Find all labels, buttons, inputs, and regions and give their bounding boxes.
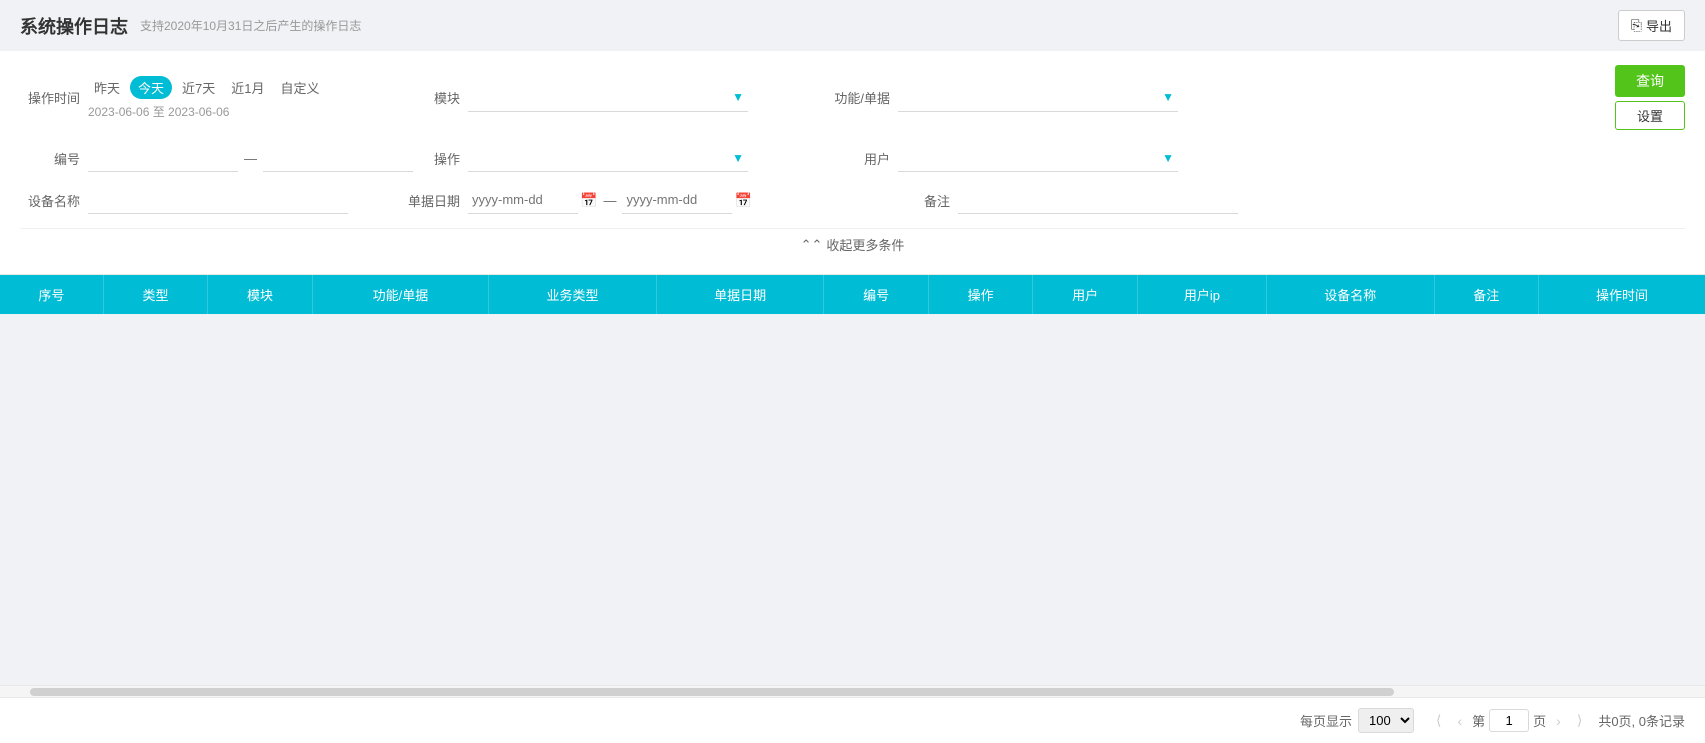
filter-row-1: 操作时间 昨天 今天 近7天 近1月 自定义 2023-06-06 至 2023… <box>20 65 1685 130</box>
user-select[interactable]: ▼ <box>898 144 1178 172</box>
total-info: 共0页, 0条记录 <box>1598 711 1685 730</box>
date-end-input[interactable] <box>622 186 732 214</box>
prev-page-button[interactable]: ‹ <box>1451 711 1468 731</box>
time-filter: 操作时间 昨天 今天 近7天 近1月 自定义 2023-06-06 至 2023… <box>20 76 360 120</box>
filter-row-3: 设备名称 单据日期 📅 — 📅 备注 <box>20 186 1685 214</box>
device-label: 设备名称 <box>20 191 80 210</box>
collapse-label: 收起更多条件 <box>826 235 904 254</box>
header-row: 序号 类型 模块 功能/单据 业务类型 单据日期 编号 操作 用户 用户ip 设… <box>0 275 1705 314</box>
op-select[interactable]: ▼ <box>468 144 748 172</box>
id-input-start[interactable] <box>88 144 238 172</box>
date-separator: — <box>603 193 616 208</box>
user-filter: 用户 ▼ <box>820 144 1240 172</box>
calendar-icon-start[interactable]: 📅 <box>580 192 597 209</box>
col-biz-type: 业务类型 <box>489 275 657 314</box>
export-label: 导出 <box>1646 16 1672 35</box>
func-filter: 功能/单据 ▼ <box>820 84 1240 112</box>
id-filter: 编号 — <box>20 144 360 172</box>
user-label: 用户 <box>820 149 890 168</box>
data-table: 序号 类型 模块 功能/单据 业务类型 单据日期 编号 操作 用户 用户ip 设… <box>0 275 1705 314</box>
remark-input[interactable] <box>958 186 1238 214</box>
filter-row-2: 编号 — 操作 ▼ 用户 ▼ <box>20 144 1685 172</box>
pagination: ⟨ ‹ 第 页 › ⟩ <box>1430 709 1588 732</box>
col-id: 编号 <box>824 275 928 314</box>
scroll-thumb[interactable] <box>30 688 1394 696</box>
page-number-input[interactable] <box>1489 709 1529 732</box>
id-label: 编号 <box>20 149 80 168</box>
module-select[interactable]: ▼ <box>468 84 748 112</box>
table-area: 序号 类型 模块 功能/单据 业务类型 单据日期 编号 操作 用户 用户ip 设… <box>0 275 1705 685</box>
device-filter: 设备名称 <box>20 186 360 214</box>
setting-button[interactable]: 设置 <box>1615 101 1685 130</box>
col-device: 设备名称 <box>1266 275 1434 314</box>
first-page-button[interactable]: ⟨ <box>1430 710 1447 731</box>
col-user: 用户 <box>1033 275 1137 314</box>
page-subtitle: 支持2020年10月31日之后产生的操作日志 <box>140 17 361 34</box>
date-start-input[interactable] <box>468 186 578 214</box>
time-btn-yesterday[interactable]: 昨天 <box>88 76 126 99</box>
export-icon: ⎘ <box>1631 17 1642 34</box>
col-op: 操作 <box>928 275 1032 314</box>
func-select[interactable]: ▼ <box>898 84 1178 112</box>
chevron-down-icon: ▼ <box>732 90 744 104</box>
time-buttons: 昨天 今天 近7天 近1月 自定义 <box>88 76 326 99</box>
module-filter: 模块 ▼ <box>400 84 780 112</box>
query-button[interactable]: 查询 <box>1615 65 1685 97</box>
page-unit: 页 <box>1533 711 1546 730</box>
page-label: 第 <box>1472 711 1485 730</box>
col-user-ip: 用户ip <box>1137 275 1266 314</box>
per-page-control: 每页显示 100 50 200 <box>1300 708 1420 733</box>
id-input-end[interactable] <box>263 144 413 172</box>
op-filter: 操作 ▼ <box>400 144 780 172</box>
chevron-down-icon-2: ▼ <box>1162 90 1174 104</box>
col-type: 类型 <box>103 275 207 314</box>
chevron-down-icon-4: ▼ <box>1162 151 1174 165</box>
last-page-button[interactable]: ⟩ <box>1571 710 1588 731</box>
func-label: 功能/单据 <box>820 88 890 107</box>
date-filter: 单据日期 📅 — 📅 <box>400 186 840 214</box>
filter-area: 操作时间 昨天 今天 近7天 近1月 自定义 2023-06-06 至 2023… <box>0 51 1705 275</box>
next-page-button[interactable]: › <box>1550 711 1567 731</box>
page-container: 系统操作日志 支持2020年10月31日之后产生的操作日志 ⎘ 导出 操作时间 … <box>0 0 1705 743</box>
col-remark: 备注 <box>1434 275 1538 314</box>
remark-label: 备注 <box>880 191 950 210</box>
col-func: 功能/单据 <box>312 275 488 314</box>
collapse-icon: ⌃⌃ <box>801 237 823 253</box>
col-op-time: 操作时间 <box>1539 275 1705 314</box>
page-title: 系统操作日志 <box>20 13 128 39</box>
table-header: 序号 类型 模块 功能/单据 业务类型 单据日期 编号 操作 用户 用户ip 设… <box>0 275 1705 314</box>
time-range-text: 2023-06-06 至 2023-06-06 <box>88 103 326 120</box>
collapse-bar[interactable]: ⌃⌃ 收起更多条件 <box>20 228 1685 260</box>
export-button[interactable]: ⎘ 导出 <box>1618 10 1685 41</box>
chevron-down-icon-3: ▼ <box>732 151 744 165</box>
per-page-select[interactable]: 100 50 200 <box>1358 708 1414 733</box>
id-separator: — <box>244 151 257 166</box>
scroll-bar-area[interactable] <box>0 685 1705 697</box>
date-label: 单据日期 <box>400 191 460 210</box>
op-label: 操作 <box>400 149 460 168</box>
page-footer: 每页显示 100 50 200 ⟨ ‹ 第 页 › ⟩ 共0页, 0条记录 <box>0 697 1705 743</box>
time-btn-1month[interactable]: 近1月 <box>225 76 270 99</box>
remark-filter: 备注 <box>880 186 1300 214</box>
module-label: 模块 <box>400 88 460 107</box>
per-page-label: 每页显示 <box>1300 711 1352 730</box>
time-filter-group: 昨天 今天 近7天 近1月 自定义 2023-06-06 至 2023-06-0… <box>88 76 326 120</box>
action-buttons: 查询 设置 <box>1615 65 1685 130</box>
time-label: 操作时间 <box>20 88 80 107</box>
page-header: 系统操作日志 支持2020年10月31日之后产生的操作日志 ⎘ 导出 <box>0 0 1705 51</box>
time-btn-today[interactable]: 今天 <box>130 76 172 99</box>
device-input[interactable] <box>88 186 348 214</box>
col-doc-date: 单据日期 <box>656 275 824 314</box>
time-btn-7days[interactable]: 近7天 <box>176 76 221 99</box>
col-module: 模块 <box>208 275 312 314</box>
time-btn-custom[interactable]: 自定义 <box>275 76 326 99</box>
collapse-button[interactable]: ⌃⌃ 收起更多条件 <box>801 235 905 254</box>
calendar-icon-end[interactable]: 📅 <box>734 192 751 209</box>
empty-area <box>0 314 1705 664</box>
col-seq: 序号 <box>0 275 103 314</box>
